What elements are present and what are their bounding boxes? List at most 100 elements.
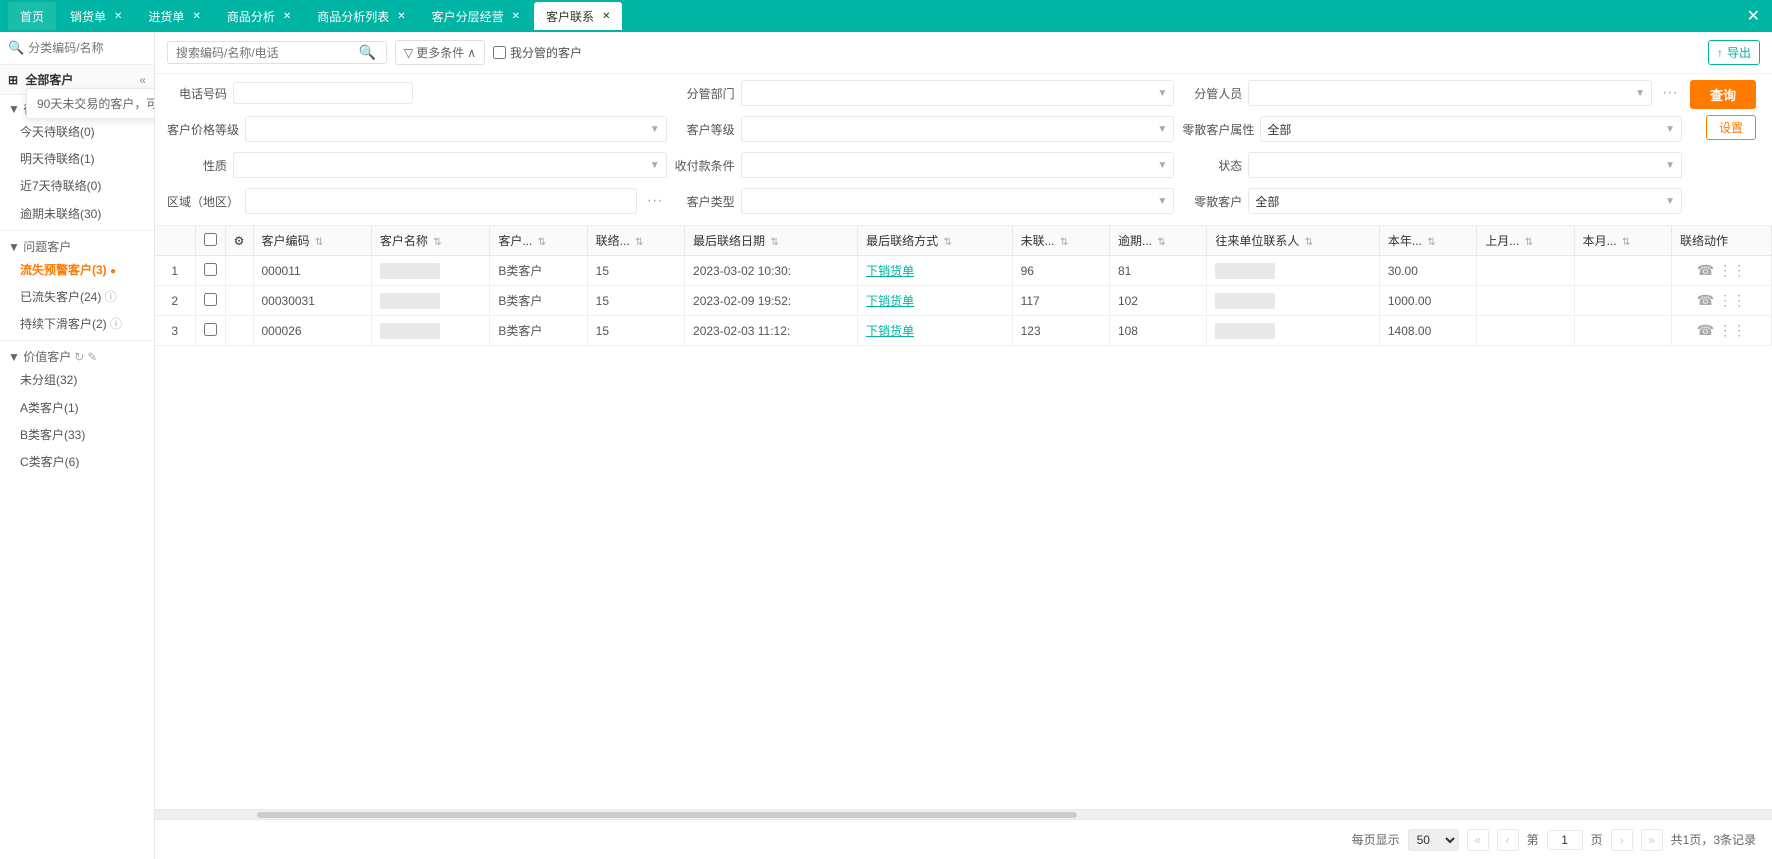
action-more-icon-1[interactable]: ⋮⋮ [1718,292,1746,309]
search-button[interactable]: 🔍 [357,44,378,61]
scroll-thumb[interactable] [257,812,1077,818]
col-last-contact-date-header[interactable]: 最后联络日期 ⇅ [685,226,858,256]
filter-nature-select[interactable]: ▼ [233,152,667,178]
sidebar-item-class-a[interactable]: A类客户(1) [0,395,154,422]
col-gear-header[interactable]: ⚙ [225,226,253,256]
col-no-contact-header[interactable]: 未联... ⇅ [1012,226,1109,256]
filter-person-select[interactable]: ▼ [1248,80,1652,106]
action-more-icon-2[interactable]: ⋮⋮ [1718,322,1746,339]
tab-goods-analysis[interactable]: 商品分析 ✕ [215,2,303,30]
sidebar-item-overdue[interactable]: 逾期未联络(30) [0,201,154,228]
row-checkbox-1[interactable] [204,293,217,306]
col-last-month-header[interactable]: 上月... ⇅ [1477,226,1574,256]
action-contact-icon-2[interactable]: ☎ [1697,322,1714,339]
search-input[interactable] [176,46,357,60]
tab-sales-close[interactable]: ✕ [114,11,122,22]
sidebar-group-value[interactable]: ▼ 价值客户 ↻ ✎ [0,343,154,367]
tab-goods-list[interactable]: 商品分析列表 ✕ [305,2,417,30]
sidebar-collapse-icon[interactable]: « [139,73,146,87]
filter-phone-input[interactable] [233,82,413,104]
filter-customer-type-select[interactable]: ▼ [741,188,1175,214]
my-customers-checkbox[interactable] [493,46,506,59]
col-last-month-sort: ⇅ [1525,237,1533,248]
row-checkbox-0[interactable] [204,263,217,276]
filter-region-select[interactable] [245,188,637,214]
filter-dept-select[interactable]: ▼ [741,80,1175,106]
window-close-icon[interactable]: ✕ [1747,6,1760,26]
col-this-month-label: 本月... [1583,234,1617,248]
sidebar-item-class-c[interactable]: C类客户(6) [0,449,154,476]
first-page-button[interactable]: « [1467,829,1489,851]
action-more-icon-0[interactable]: ⋮⋮ [1718,262,1746,279]
col-check-header [195,226,225,256]
last-contact-way-link-2[interactable]: 下销货单 [866,324,914,338]
sidebar-item-7days[interactable]: 近7天待联络(0) [0,173,154,200]
page-input[interactable] [1547,830,1583,850]
col-this-month-header[interactable]: 本月... ⇅ [1574,226,1671,256]
cell-no-contact-1: 117 [1012,286,1109,316]
filter-person-arrow: ▼ [1635,88,1645,99]
col-last-contact-way-header[interactable]: 最后联络方式 ⇅ [858,226,1013,256]
col-type-header[interactable]: 客户... ⇅ [490,226,587,256]
sidebar-item-tomorrow[interactable]: 明天待联络(1) [0,146,154,173]
tab-customer-tier-close[interactable]: ✕ [512,11,520,22]
filter-more-button[interactable]: ▽ 更多条件 ∧ [395,40,485,65]
tab-purchase[interactable]: 进货单 ✕ [136,2,212,30]
col-type-sort: ⇅ [538,237,546,248]
sidebar-item-today[interactable]: 今天待联络(0) [0,119,154,146]
sidebar-group-value-edit[interactable]: ✎ [87,350,97,364]
row-checkbox-2[interactable] [204,323,217,336]
col-unit-contact-header[interactable]: 往来单位联系人 ⇅ [1207,226,1380,256]
settings-button[interactable]: 设置 [1706,115,1756,140]
tab-purchase-close[interactable]: ✕ [192,11,200,22]
col-code-header[interactable]: 客户编码 ⇅ [253,226,371,256]
tab-goods-list-close[interactable]: ✕ [397,11,405,22]
select-all-checkbox[interactable] [204,233,217,246]
cell-type-1: B类客户 [490,286,587,316]
export-button[interactable]: ↑ 导出 [1708,40,1760,65]
sidebar-item-churned[interactable]: 已流失客户(24) ⓘ [0,284,154,311]
horizontal-scrollbar[interactable] [155,809,1772,819]
filter-customer-level-select[interactable]: ▼ [741,116,1175,142]
filter-payment-select[interactable]: ▼ [741,152,1175,178]
col-contacts-header[interactable]: 联络... ⇅ [587,226,684,256]
filter-retail-select[interactable]: 全部 ▼ [1248,188,1682,214]
tab-customer-contact-close[interactable]: ✕ [602,11,610,22]
filter-price-level-select[interactable]: ▼ [245,116,667,142]
col-contacts-sort: ⇅ [635,237,643,248]
tab-home[interactable]: 首页 [8,2,56,30]
sidebar-group-problem[interactable]: ▼ 问题客户 [0,233,154,257]
tab-goods-analysis-close[interactable]: ✕ [283,11,291,22]
action-contact-icon-1[interactable]: ☎ [1697,292,1714,309]
sidebar-item-ungroup[interactable]: 未分组(32) [0,367,154,394]
sidebar-search-input[interactable] [28,41,155,55]
last-contact-way-link-1[interactable]: 下销货单 [866,294,914,308]
tab-home-label: 首页 [20,8,44,25]
sidebar-group-value-refresh[interactable]: ↻ [74,350,84,364]
filter-person-more[interactable]: ··· [1658,84,1682,102]
filter-customer-type-arrow: ▼ [1157,196,1167,207]
next-page-button[interactable]: › [1611,829,1633,851]
filter-region-more[interactable]: ··· [643,192,667,210]
sidebar-item-declining[interactable]: 持续下滑客户(2) ⓘ [0,311,154,338]
last-page-button[interactable]: » [1641,829,1663,851]
tab-sales[interactable]: 销货单 ✕ [58,2,134,30]
cell-last-contact-way-0: 下销货单 [858,256,1013,286]
action-contact-icon-0[interactable]: ☎ [1697,262,1714,279]
col-name-header[interactable]: 客户名称 ⇅ [371,226,489,256]
filter-status-select[interactable]: ▼ [1248,152,1682,178]
my-customers-checkbox-label[interactable]: 我分管的客户 [493,44,582,61]
last-contact-way-link-0[interactable]: 下销货单 [866,264,914,278]
cell-code-1: 00030031 [253,286,371,316]
sidebar-item-churn-warning[interactable]: 流失预警客户(3) ● [0,257,154,284]
search-wrap: 🔍 [167,41,387,64]
filter-retail-attr-select[interactable]: 全部 ▼ [1260,116,1682,142]
col-this-year-header[interactable]: 本年... ⇅ [1379,226,1476,256]
query-button[interactable]: 查询 [1690,80,1756,109]
per-page-select[interactable]: 50 100 200 [1408,829,1459,851]
prev-page-button[interactable]: ‹ [1497,829,1519,851]
tab-customer-tier[interactable]: 客户分层经营 ✕ [420,2,532,30]
col-overdue-header[interactable]: 逾期... ⇅ [1109,226,1206,256]
tab-customer-contact[interactable]: 客户联系 ✕ [534,2,622,30]
sidebar-item-class-b[interactable]: B类客户(33) [0,422,154,449]
